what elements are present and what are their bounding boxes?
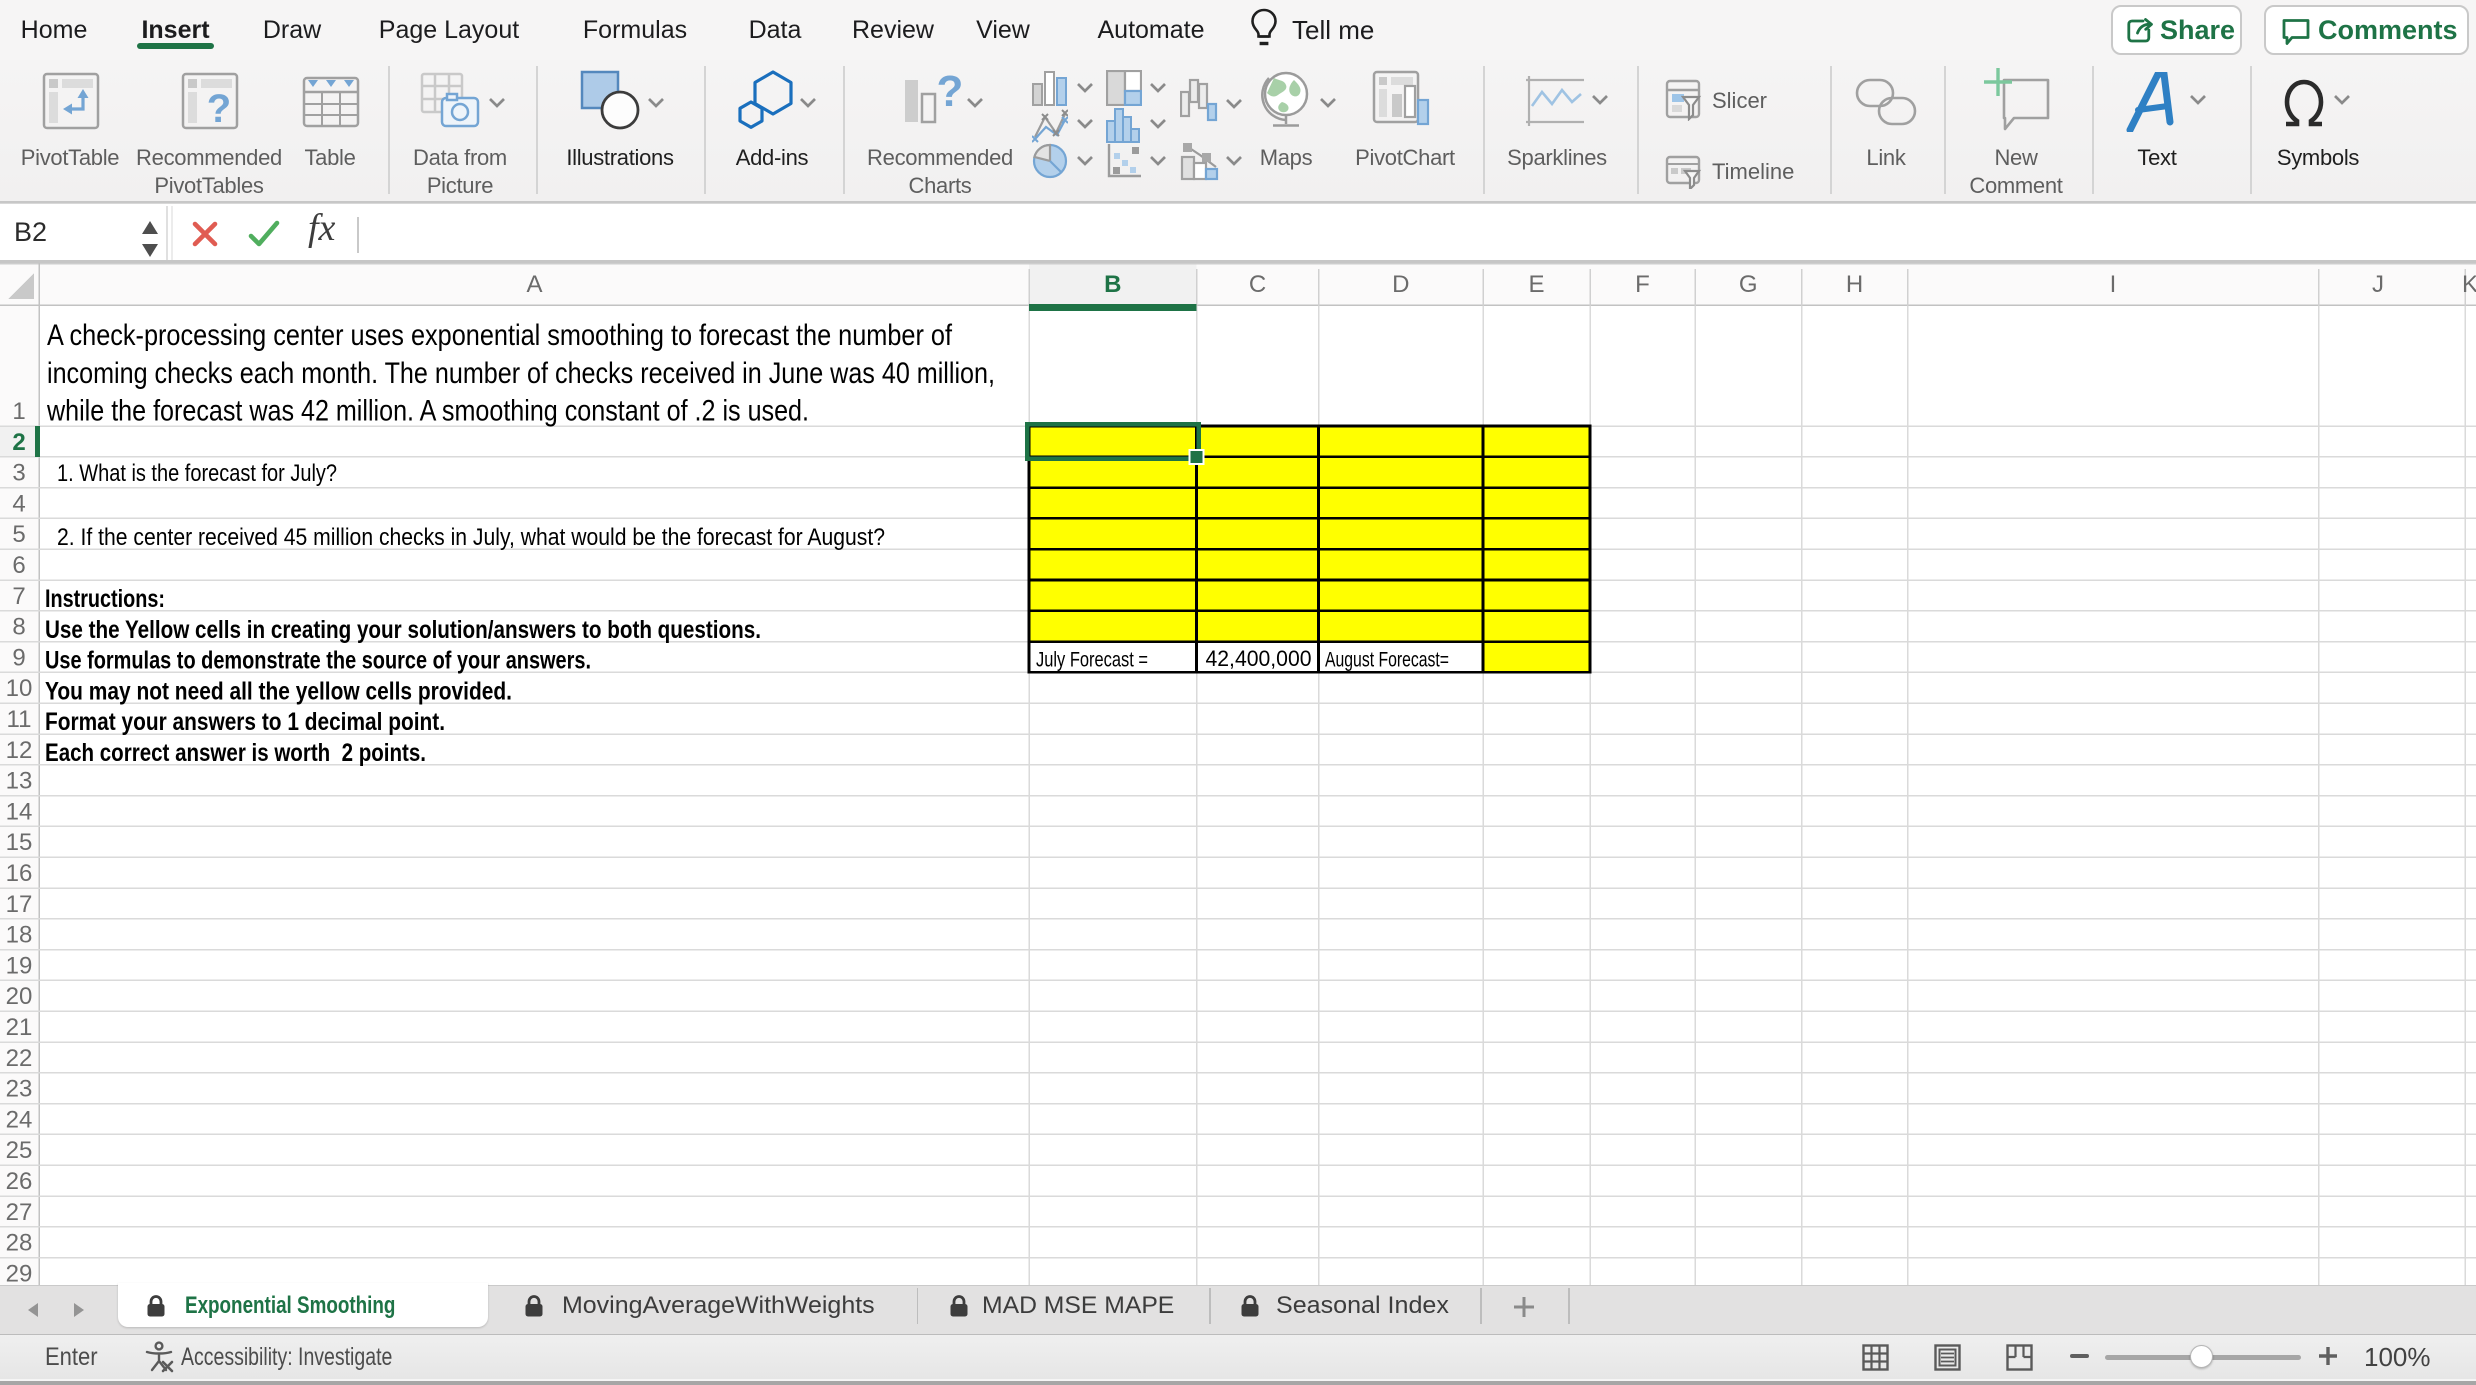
svg-text:Format your answers to 1 decim: Format your answers to 1 decimal point. — [45, 708, 445, 736]
svg-text:20: 20 — [6, 983, 33, 1010]
svg-text:21: 21 — [6, 1014, 33, 1041]
svg-text:9: 9 — [12, 644, 25, 671]
svg-text:14: 14 — [6, 798, 33, 825]
svg-text:You may not need all the yello: You may not need all the yellow cells pr… — [45, 677, 512, 705]
svg-text:26: 26 — [6, 1168, 33, 1195]
svg-text:5: 5 — [12, 521, 25, 548]
svg-text:27: 27 — [6, 1199, 33, 1226]
svg-text:15: 15 — [6, 829, 33, 856]
svg-text:4: 4 — [12, 490, 25, 517]
svg-text:28: 28 — [6, 1230, 33, 1257]
svg-text:C: C — [1249, 271, 1266, 298]
svg-text:19: 19 — [6, 952, 33, 979]
svg-text:Each correct answer is worth: Each correct answer is worth 2 points. — [45, 739, 426, 767]
svg-text:B: B — [1104, 271, 1121, 298]
svg-text:13: 13 — [6, 768, 33, 795]
svg-text:Instructions:: Instructions: — [45, 585, 165, 613]
svg-text:25: 25 — [6, 1137, 33, 1164]
svg-text:17: 17 — [6, 891, 33, 918]
svg-text:1. What is the forecast for Ju: 1. What is the forecast for July? — [57, 460, 337, 487]
svg-text:D: D — [1392, 271, 1409, 298]
svg-text:?: ? — [207, 87, 231, 130]
svg-text:18: 18 — [6, 922, 33, 949]
svg-text:?: ? — [937, 72, 964, 116]
svg-text:H: H — [1846, 271, 1863, 298]
svg-text:E: E — [1528, 271, 1544, 298]
svg-text:A check-processing center uses: A check-processing center uses exponenti… — [47, 319, 953, 352]
svg-text:23: 23 — [6, 1076, 33, 1103]
svg-text:1: 1 — [12, 398, 25, 425]
svg-text:I: I — [2110, 271, 2117, 298]
svg-text:29: 29 — [6, 1260, 33, 1285]
svg-text:Use formulas to demonstrate th: Use formulas to demonstrate the source o… — [45, 647, 591, 675]
svg-text:Use the Yellow cells in creati: Use the Yellow cells in creating your so… — [45, 616, 761, 644]
svg-text:2: 2 — [12, 429, 25, 456]
svg-text:24: 24 — [6, 1106, 33, 1133]
svg-text:incoming checks each month. Th: incoming checks each month. The number o… — [47, 357, 995, 390]
svg-text:8: 8 — [12, 614, 25, 641]
svg-text:G: G — [1739, 271, 1758, 298]
svg-text:22: 22 — [6, 1045, 33, 1072]
svg-text:F: F — [1635, 271, 1650, 298]
svg-text:11: 11 — [7, 706, 32, 733]
svg-text:7: 7 — [12, 583, 25, 610]
svg-text:6: 6 — [12, 552, 25, 579]
svg-text:A: A — [526, 271, 542, 298]
svg-text:while the forecast was 42 mill: while the forecast was 42 million. A smo… — [46, 395, 809, 428]
svg-text:J: J — [2372, 271, 2384, 298]
svg-text:10: 10 — [6, 675, 33, 702]
svg-text:3: 3 — [12, 460, 25, 487]
svg-text:2. If the center received 45 m: 2. If the center received 45 million che… — [57, 524, 885, 551]
svg-text:K: K — [2462, 271, 2476, 298]
svg-text:42,400,000: 42,400,000 — [1206, 646, 1312, 671]
svg-text:12: 12 — [6, 737, 33, 764]
svg-text:July Forecast =: July Forecast = — [1036, 649, 1148, 672]
svg-text:August Forecast=: August Forecast= — [1325, 649, 1449, 672]
svg-text:16: 16 — [6, 860, 33, 887]
